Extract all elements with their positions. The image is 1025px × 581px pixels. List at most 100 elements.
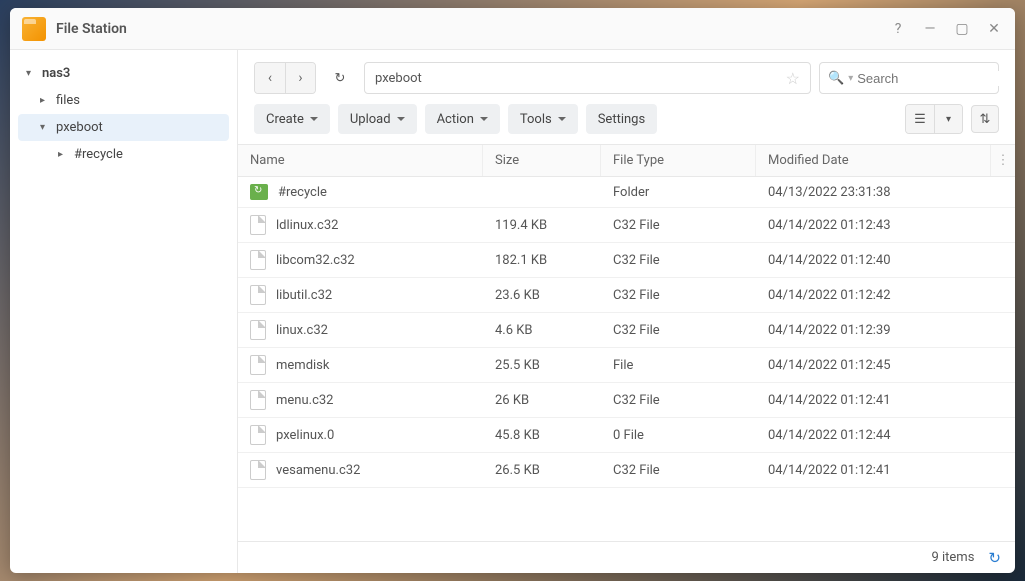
file-name: ldlinux.c32 xyxy=(276,218,338,233)
file-icon xyxy=(250,320,266,340)
table-row[interactable]: #recycle Folder04/13/2022 23:31:38 xyxy=(238,177,1015,208)
file-type: C32 File xyxy=(601,211,756,240)
table-row[interactable]: menu.c32 26 KBC32 File04/14/2022 01:12:41 xyxy=(238,383,1015,418)
chevron-down-icon[interactable]: ▾ xyxy=(848,73,853,84)
caret-down-icon: ▾ xyxy=(26,68,38,79)
tree-item-recycle[interactable]: ▸ #recycle xyxy=(18,141,229,168)
file-name: libutil.c32 xyxy=(276,288,332,303)
file-icon xyxy=(250,215,266,235)
file-size xyxy=(483,185,601,199)
file-date: 04/14/2022 01:12:41 xyxy=(756,386,991,415)
minimize-button[interactable]: — xyxy=(921,20,939,38)
file-type: C32 File xyxy=(601,386,756,415)
file-date: 04/14/2022 01:12:43 xyxy=(756,211,991,240)
file-table: Name Size File Type Modified Date ⋮ #rec… xyxy=(238,144,1015,541)
table-row[interactable]: ldlinux.c32 119.4 KBC32 File04/14/2022 01… xyxy=(238,208,1015,243)
file-size: 23.6 KB xyxy=(483,281,601,310)
create-button[interactable]: Create xyxy=(254,104,330,134)
favorite-icon[interactable]: ☆ xyxy=(786,69,800,88)
statusbar: 9 items ↻ xyxy=(238,541,1015,573)
path-bar[interactable]: pxeboot ☆ xyxy=(364,62,811,94)
file-size: 45.8 KB xyxy=(483,421,601,450)
path-text: pxeboot xyxy=(375,71,786,86)
list-view-button[interactable]: ☰ xyxy=(906,105,934,133)
file-type: C32 File xyxy=(601,281,756,310)
file-date: 04/13/2022 23:31:38 xyxy=(756,178,991,207)
table-row[interactable]: libutil.c32 23.6 KBC32 File04/14/2022 01:… xyxy=(238,278,1015,313)
tree-item-label: pxeboot xyxy=(56,120,103,135)
reload-button[interactable]: ↻ xyxy=(324,62,356,94)
sort-button[interactable]: ⇅ xyxy=(971,105,999,133)
tree-root-label: nas3 xyxy=(42,66,70,81)
back-button[interactable]: ‹ xyxy=(255,63,285,93)
close-button[interactable]: ✕ xyxy=(985,20,1003,38)
file-size: 26 KB xyxy=(483,386,601,415)
tools-button[interactable]: Tools xyxy=(508,104,578,134)
col-header-name[interactable]: Name xyxy=(238,145,483,176)
settings-button[interactable]: Settings xyxy=(586,104,657,134)
caret-right-icon: ▸ xyxy=(40,95,52,106)
file-type: Folder xyxy=(601,178,756,207)
table-row[interactable]: libcom32.c32182.1 KBC32 File04/14/2022 0… xyxy=(238,243,1015,278)
file-size: 4.6 KB xyxy=(483,316,601,345)
file-date: 04/14/2022 01:12:45 xyxy=(756,351,991,380)
file-name: memdisk xyxy=(276,358,330,373)
file-icon xyxy=(250,355,266,375)
caret-right-icon: ▸ xyxy=(58,149,70,160)
item-count: 9 items xyxy=(931,550,974,565)
titlebar: File Station ? — ▢ ✕ xyxy=(10,8,1015,50)
app-icon xyxy=(22,17,46,41)
tree-item-files[interactable]: ▸ files xyxy=(18,87,229,114)
table-row[interactable]: memdisk 25.5 KBFile04/14/2022 01:12:45 xyxy=(238,348,1015,383)
col-header-size[interactable]: Size xyxy=(483,145,601,176)
file-name: #recycle xyxy=(278,185,327,200)
table-row[interactable]: vesamenu.c3226.5 KBC32 File04/14/2022 01… xyxy=(238,453,1015,488)
file-date: 04/14/2022 01:12:44 xyxy=(756,421,991,450)
table-row[interactable]: pxelinux.0 45.8 KB0 File04/14/2022 01:12:… xyxy=(238,418,1015,453)
file-icon xyxy=(250,460,266,480)
tree-item-pxeboot[interactable]: ▾ pxeboot xyxy=(18,114,229,141)
tree-root[interactable]: ▾ nas3 xyxy=(18,60,229,87)
file-type: C32 File xyxy=(601,456,756,485)
col-header-type[interactable]: File Type xyxy=(601,145,756,176)
file-icon xyxy=(250,250,266,270)
table-row[interactable]: linux.c32 4.6 KBC32 File04/14/2022 01:12:… xyxy=(238,313,1015,348)
search-input[interactable] xyxy=(857,71,1015,86)
search-box[interactable]: 🔍 ▾ xyxy=(819,62,999,94)
maximize-button[interactable]: ▢ xyxy=(953,20,971,38)
file-name: pxelinux.0 xyxy=(276,428,334,443)
view-dropdown-button[interactable]: ▾ xyxy=(934,105,962,133)
column-menu-icon[interactable]: ⋮ xyxy=(991,145,1015,176)
file-icon xyxy=(250,285,266,305)
app-window: File Station ? — ▢ ✕ ▾ nas3 ▸ files ▾ px… xyxy=(10,8,1015,573)
file-name: linux.c32 xyxy=(276,323,328,338)
file-name: libcom32.c32 xyxy=(276,253,355,268)
file-type: 0 File xyxy=(601,421,756,450)
help-button[interactable]: ? xyxy=(889,20,907,38)
search-icon: 🔍 xyxy=(828,71,844,86)
action-button[interactable]: Action xyxy=(425,104,500,134)
upload-button[interactable]: Upload xyxy=(338,104,417,134)
app-title: File Station xyxy=(56,21,889,37)
file-date: 04/14/2022 01:12:40 xyxy=(756,246,991,275)
col-header-date[interactable]: Modified Date xyxy=(756,145,991,176)
file-type: C32 File xyxy=(601,246,756,275)
file-date: 04/14/2022 01:12:39 xyxy=(756,316,991,345)
file-name: menu.c32 xyxy=(276,393,333,408)
main-panel: ‹ › ↻ pxeboot ☆ 🔍 ▾ Create Upload Action xyxy=(238,50,1015,573)
folder-icon xyxy=(250,184,268,200)
file-size: 26.5 KB xyxy=(483,456,601,485)
file-type: File xyxy=(601,351,756,380)
toolbar-nav: ‹ › ↻ pxeboot ☆ 🔍 ▾ xyxy=(238,50,1015,102)
refresh-icon[interactable]: ↻ xyxy=(988,549,1001,567)
tree-item-label: files xyxy=(56,93,80,108)
file-size: 119.4 KB xyxy=(483,211,601,240)
file-date: 04/14/2022 01:12:41 xyxy=(756,456,991,485)
file-date: 04/14/2022 01:12:42 xyxy=(756,281,991,310)
toolbar-actions: Create Upload Action Tools Settings ☰ ▾ … xyxy=(238,102,1015,144)
file-type: C32 File xyxy=(601,316,756,345)
table-header: Name Size File Type Modified Date ⋮ xyxy=(238,145,1015,177)
forward-button[interactable]: › xyxy=(285,63,315,93)
file-size: 25.5 KB xyxy=(483,351,601,380)
tree-item-label: #recycle xyxy=(74,147,123,162)
